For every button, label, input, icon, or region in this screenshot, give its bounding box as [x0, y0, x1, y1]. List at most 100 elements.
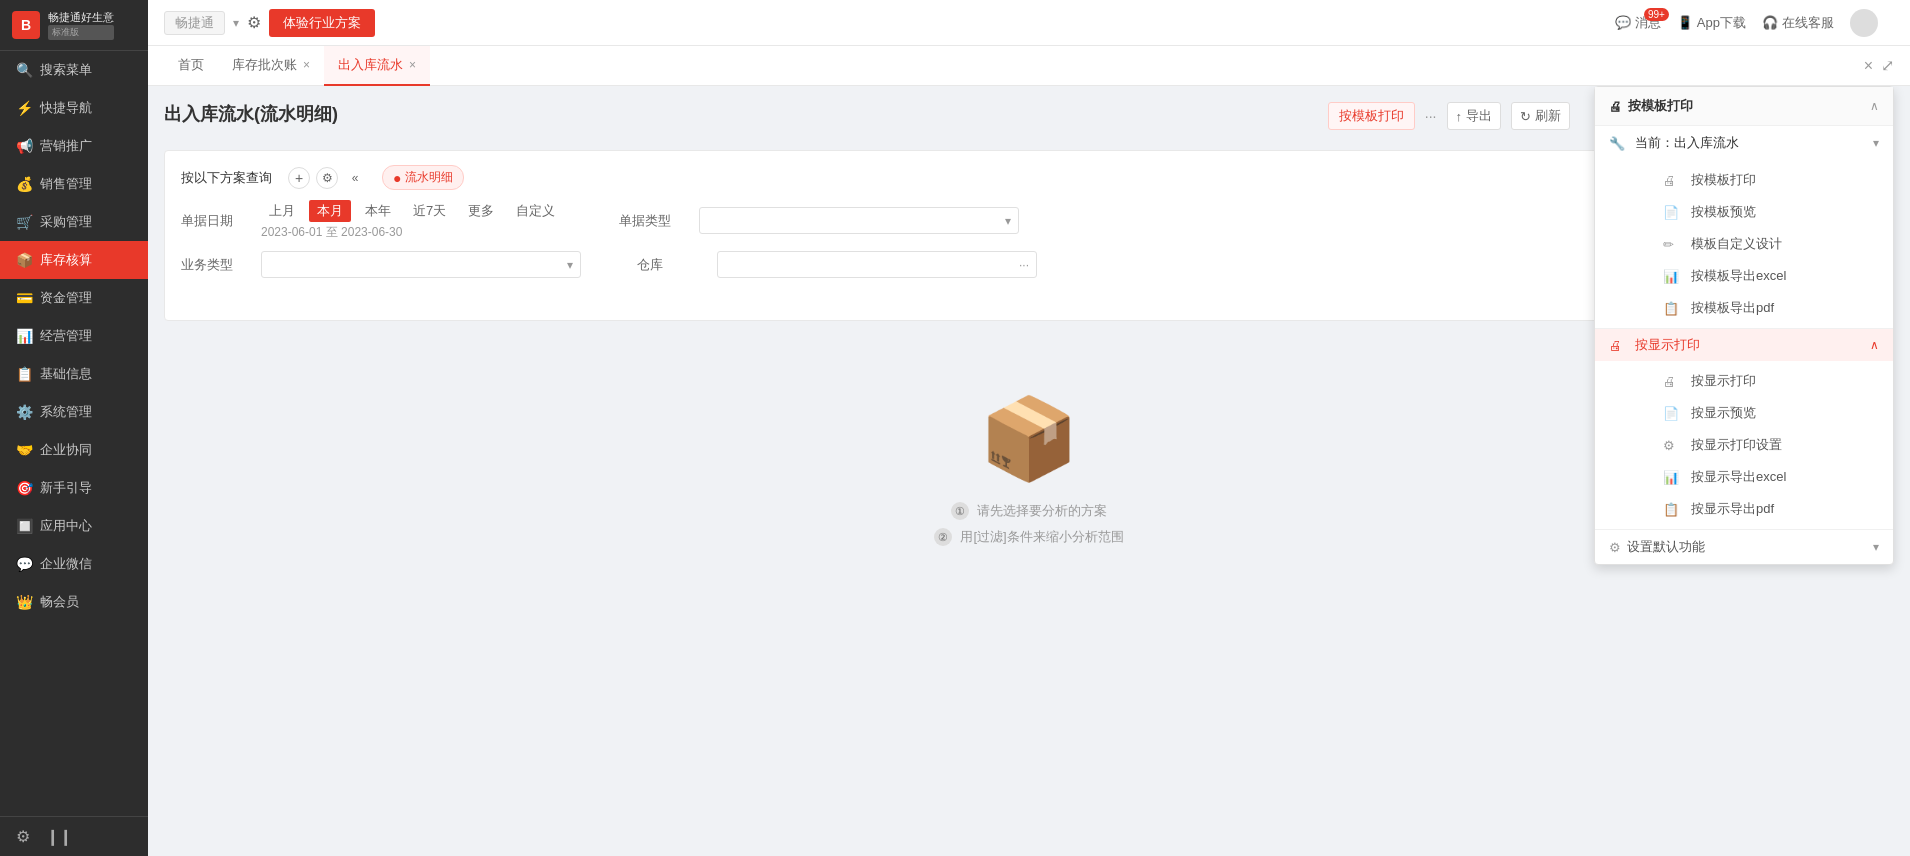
sidebar-item-operations[interactable]: 📊 经营管理 [0, 317, 148, 355]
display-export-excel-item[interactable]: 📊 按显示导出excel [1629, 461, 1893, 493]
content-area: 首页 库存批次账 × 出入库流水 × × ⤢ 出入库流水(流水明细) 按模板打印 [148, 46, 1910, 856]
trial-button[interactable]: 体验行业方案 [269, 9, 375, 37]
display-export-excel-icon: 📊 [1663, 470, 1683, 485]
menu-toggle-icon[interactable]: ❙❙ [46, 827, 72, 846]
date-tabs: 上月 本月 本年 近7天 更多 自定义 [261, 200, 563, 222]
template-export-pdf-item[interactable]: 📋 按模板导出pdf [1629, 292, 1893, 324]
avatar[interactable] [1850, 9, 1878, 37]
date-tab-current-year[interactable]: 本年 [357, 200, 399, 222]
filter-settings-button[interactable]: ⚙ [316, 167, 338, 189]
date-tab-last-7days[interactable]: 近7天 [405, 200, 454, 222]
voucher-type-select[interactable] [699, 207, 1019, 234]
app-download-button[interactable]: 📱 App下载 [1677, 14, 1746, 32]
basics-icon: 📋 [16, 366, 32, 382]
template-section-header[interactable]: 🔧 当前：出入库流水 ▾ [1595, 126, 1893, 160]
sidebar-item-label: 基础信息 [40, 365, 92, 383]
empty-step-1: ① 请先选择要分析的方案 [951, 502, 1107, 520]
settings-icon[interactable]: ⚙ [16, 827, 30, 846]
sidebar-item-basics[interactable]: 📋 基础信息 [0, 355, 148, 393]
more-dots-icon[interactable]: ··· [1425, 108, 1437, 124]
print-dropdown-title-icon: 🖨 [1609, 99, 1622, 114]
operations-icon: 📊 [16, 328, 32, 344]
tab-expand-icon[interactable]: ⤢ [1881, 56, 1894, 75]
tab-batch-account[interactable]: 库存批次账 × [218, 46, 324, 86]
display-print-item[interactable]: 🖨 按显示打印 [1629, 365, 1893, 397]
date-picker: 上月 本月 本年 近7天 更多 自定义 2023-06-01 至 2023-06… [261, 200, 563, 241]
filter-add-button[interactable]: + [288, 167, 310, 189]
sidebar-item-wechat[interactable]: 💬 企业微信 [0, 545, 148, 583]
tab-flow[interactable]: 出入库流水 × [324, 46, 430, 86]
sidebar-item-cooperation[interactable]: 🤝 企业协同 [0, 431, 148, 469]
print-dropdown-header-actions: ∧ [1870, 99, 1879, 113]
tabs-bar: 首页 库存批次账 × 出入库流水 × × ⤢ [148, 46, 1910, 86]
display-print-icon: 🖨 [1663, 374, 1683, 389]
sidebar-item-search[interactable]: 🔍 搜索菜单 [0, 51, 148, 89]
tab-batch-account-label: 库存批次账 [232, 56, 297, 74]
display-subsection: 🖨 按显示打印 📄 按显示预览 ⚙ 按显示打印设置 [1595, 361, 1893, 529]
warehouse-more-icon[interactable]: ··· [1019, 258, 1029, 272]
settings-icon: ⚙ [322, 171, 333, 185]
refresh-button[interactable]: ↻ 刷新 [1511, 102, 1570, 130]
cooperation-icon: 🤝 [16, 442, 32, 458]
template-export-excel-item[interactable]: 📊 按模板导出excel [1629, 260, 1893, 292]
print-btn-label[interactable]: 按模板打印 [1328, 102, 1415, 130]
date-range-text: 2023-06-01 至 2023-06-30 [261, 224, 563, 241]
sidebar-item-inventory[interactable]: 📦 库存核算 [0, 241, 148, 279]
topbar-gear-icon[interactable]: ⚙ [247, 13, 261, 32]
sidebar-item-member[interactable]: 👑 畅会员 [0, 583, 148, 621]
customer-service-button[interactable]: 🎧 在线客服 [1762, 14, 1834, 32]
sidebar-item-guide[interactable]: 🎯 新手引导 [0, 469, 148, 507]
display-export-pdf-item[interactable]: 📋 按显示导出pdf [1629, 493, 1893, 525]
template-export-pdf-icon: 📋 [1663, 301, 1683, 316]
sidebar-item-label: 新手引导 [40, 479, 92, 497]
print-dropdown-chevron-icon[interactable]: ∧ [1870, 99, 1879, 113]
sidebar-bottom: ⚙ ❙❙ [0, 816, 148, 856]
toolbar: 按模板打印 按模板打印 ··· ↑ 导出 ↻ 刷新 [1328, 102, 1570, 130]
warehouse-select[interactable] [717, 251, 1037, 278]
biz-type-select[interactable] [261, 251, 581, 278]
breadcrumb[interactable]: 畅捷通 [164, 11, 225, 35]
export-button[interactable]: ↑ 导出 [1447, 102, 1502, 130]
filter-collapse-button[interactable]: « [344, 167, 366, 189]
sidebar-item-apps[interactable]: 🔲 应用中心 [0, 507, 148, 545]
template-custom-item[interactable]: ✏ 模板自定义设计 [1629, 228, 1893, 260]
sidebar-item-label: 营销推广 [40, 137, 92, 155]
sidebar-item-sales[interactable]: 💰 销售管理 [0, 165, 148, 203]
template-preview-icon: 📄 [1663, 205, 1683, 220]
guide-icon: 🎯 [16, 480, 32, 496]
sidebar-item-finance[interactable]: 💳 资金管理 [0, 279, 148, 317]
display-section-header[interactable]: 🖨 按显示打印 ∧ [1595, 329, 1893, 361]
messages-button[interactable]: 💬 消息 99+ [1615, 14, 1661, 32]
date-tab-more[interactable]: 更多 [460, 200, 502, 222]
sidebar-item-system[interactable]: ⚙️ 系统管理 [0, 393, 148, 431]
collapse-icon: « [352, 171, 359, 185]
messages-badge: 99+ [1644, 8, 1669, 21]
template-print-section: 🔧 当前：出入库流水 ▾ 🖨 按模板打印 📄 按模板预览 [1595, 126, 1893, 329]
template-print-item[interactable]: 🖨 按模板打印 [1629, 164, 1893, 196]
filter-prefix-label: 按以下方案查询 [181, 169, 272, 187]
sidebar-nav: 🔍 搜索菜单 ⚡ 快捷导航 📢 营销推广 💰 销售管理 🛒 采购管理 📦 库存核… [0, 51, 148, 816]
logo-badge: 标准版 [48, 25, 114, 40]
date-tab-custom[interactable]: 自定义 [508, 200, 563, 222]
tab-flow-close[interactable]: × [409, 58, 416, 72]
sidebar-item-purchase[interactable]: 🛒 采购管理 [0, 203, 148, 241]
wechat-icon: 💬 [16, 556, 32, 572]
display-preview-item[interactable]: 📄 按显示预览 [1629, 397, 1893, 429]
sidebar-item-marketing[interactable]: 📢 营销推广 [0, 127, 148, 165]
display-section-title: 按显示打印 [1635, 336, 1870, 354]
tab-batch-account-close[interactable]: × [303, 58, 310, 72]
messages-icon: 💬 [1615, 15, 1631, 30]
tab-close-icon[interactable]: × [1864, 57, 1873, 75]
display-section-icon: 🖨 [1609, 338, 1629, 353]
sidebar-item-quick-nav[interactable]: ⚡ 快捷导航 [0, 89, 148, 127]
display-print-settings-item[interactable]: ⚙ 按显示打印设置 [1629, 429, 1893, 461]
sidebar-item-label: 企业协同 [40, 441, 92, 459]
print-footer-settings[interactable]: ⚙ 设置默认功能 ▾ [1595, 530, 1893, 564]
filter-tag[interactable]: ● 流水明细 [382, 165, 464, 190]
date-tab-last-month[interactable]: 上月 [261, 200, 303, 222]
sidebar-item-label: 经营管理 [40, 327, 92, 345]
tab-home[interactable]: 首页 [164, 46, 218, 86]
biz-type-label: 业务类型 [181, 256, 245, 274]
template-preview-item[interactable]: 📄 按模板预览 [1629, 196, 1893, 228]
date-tab-current-month[interactable]: 本月 [309, 200, 351, 222]
